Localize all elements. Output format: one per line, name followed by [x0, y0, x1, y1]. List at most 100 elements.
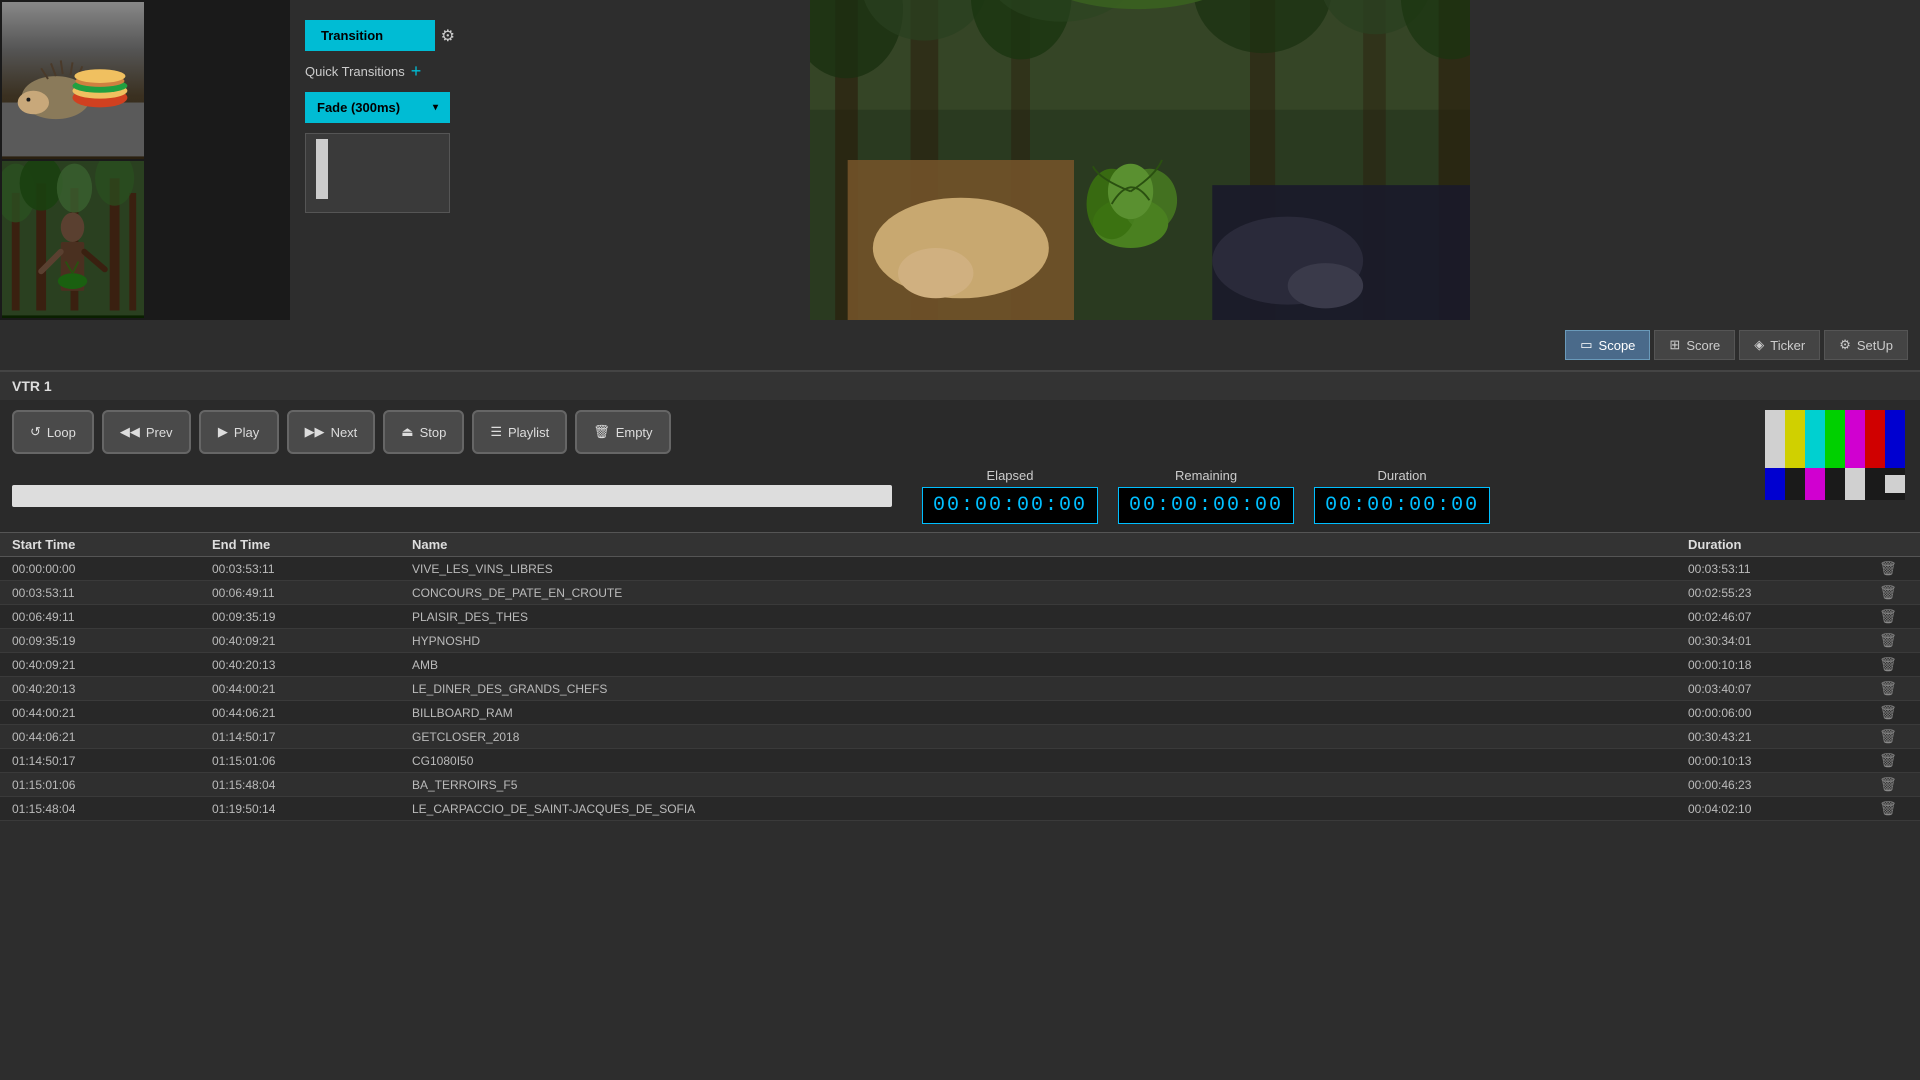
next-icon: ▶▶: [305, 424, 325, 440]
row-name: PLAISIR_DES_THES: [412, 610, 1688, 624]
row-duration: 00:30:34:01: [1688, 634, 1868, 648]
table-row[interactable]: 00:44:00:21 00:44:06:21 BILLBOARD_RAM 00…: [0, 701, 1920, 725]
delete-button[interactable]: 🗑: [1868, 656, 1908, 673]
delete-button[interactable]: 🗑: [1868, 584, 1908, 601]
row-duration: 00:02:55:23: [1688, 586, 1868, 600]
remaining-value: 00:00:00:00: [1118, 487, 1294, 524]
ticker-label: Ticker: [1770, 338, 1805, 353]
row-end: 01:14:50:17: [212, 730, 412, 744]
top-area: Transition ⚙ Quick Transitions + Fade (3…: [0, 0, 1920, 320]
row-end: 01:15:01:06: [212, 754, 412, 768]
delete-button[interactable]: 🗑: [1868, 728, 1908, 745]
row-start: 00:40:09:21: [12, 658, 212, 672]
delete-button[interactable]: 🗑: [1868, 800, 1908, 817]
scope-button[interactable]: ▭ Scope: [1565, 330, 1650, 360]
row-name: GETCLOSER_2018: [412, 730, 1688, 744]
table-row[interactable]: 00:00:00:00 00:03:53:11 VIVE_LES_VINS_LI…: [0, 557, 1920, 581]
setup-icon: ⚙: [1839, 337, 1851, 353]
play-icon: ▶: [218, 424, 228, 440]
preview-thumb-4: [146, 161, 288, 318]
delete-button[interactable]: 🗑: [1868, 632, 1908, 649]
gear-icon[interactable]: ⚙: [441, 26, 455, 46]
play-label: Play: [234, 425, 259, 440]
row-name: BILLBOARD_RAM: [412, 706, 1688, 720]
row-name: LE_DINER_DES_GRANDS_CHEFS: [412, 682, 1688, 696]
table-row[interactable]: 00:03:53:11 00:06:49:11 CONCOURS_DE_PATE…: [0, 581, 1920, 605]
delete-button[interactable]: 🗑: [1868, 608, 1908, 625]
play-button[interactable]: ▶ Play: [199, 410, 279, 454]
empty-label: Empty: [616, 425, 653, 440]
prev-icon: ◀◀: [120, 424, 140, 440]
dropdown-icon: ▾: [433, 102, 438, 113]
loop-button[interactable]: ↺ Loop: [12, 410, 94, 454]
prev-button[interactable]: ◀◀ Prev: [102, 410, 191, 454]
next-button[interactable]: ▶▶ Next: [287, 410, 376, 454]
row-name: CG1080I50: [412, 754, 1688, 768]
transition-slider[interactable]: [305, 133, 450, 213]
col-duration: Duration: [1688, 537, 1868, 552]
elapsed-value: 00:00:00:00: [922, 487, 1098, 524]
stop-label: Stop: [420, 425, 447, 440]
row-duration: 00:03:40:07: [1688, 682, 1868, 696]
scope-label: Scope: [1599, 338, 1636, 353]
delete-button[interactable]: 🗑: [1868, 704, 1908, 721]
row-start: 00:00:00:00: [12, 562, 212, 576]
row-end: 00:44:00:21: [212, 682, 412, 696]
preview-thumb-2: [146, 2, 288, 159]
row-name: HYPNOSHD: [412, 634, 1688, 648]
playlist-label: Playlist: [508, 425, 549, 440]
delete-button[interactable]: 🗑: [1868, 560, 1908, 577]
middle-spacer: [470, 0, 810, 320]
row-duration: 00:00:06:00: [1688, 706, 1868, 720]
transition-button[interactable]: Transition: [305, 20, 435, 51]
test-pattern: [1765, 410, 1905, 500]
row-end: 01:15:48:04: [212, 778, 412, 792]
playlist-rows: 00:00:00:00 00:03:53:11 VIVE_LES_VINS_LI…: [0, 557, 1920, 821]
slider-thumb: [316, 139, 328, 199]
playlist-button[interactable]: ☰ Playlist: [472, 410, 567, 454]
row-duration: 00:00:10:13: [1688, 754, 1868, 768]
row-duration: 00:02:46:07: [1688, 610, 1868, 624]
table-row[interactable]: 00:09:35:19 00:40:09:21 HYPNOSHD 00:30:3…: [0, 629, 1920, 653]
progress-bar[interactable]: [12, 485, 892, 507]
ticker-button[interactable]: ◈ Ticker: [1739, 330, 1820, 360]
empty-button[interactable]: 🗑 Empty: [575, 410, 670, 454]
table-row[interactable]: 01:15:48:04 01:19:50:14 LE_CARPACCIO_DE_…: [0, 797, 1920, 821]
playlist-icon: ☰: [490, 424, 502, 440]
table-row[interactable]: 00:40:20:13 00:44:00:21 LE_DINER_DES_GRA…: [0, 677, 1920, 701]
delete-button[interactable]: 🗑: [1868, 776, 1908, 793]
playlist-table: Start Time End Time Name Duration 00:00:…: [0, 532, 1920, 821]
add-quick-transition-button[interactable]: +: [411, 61, 422, 82]
row-start: 00:06:49:11: [12, 610, 212, 624]
row-name: VIVE_LES_VINS_LIBRES: [412, 562, 1688, 576]
setup-button[interactable]: ⚙ SetUp: [1824, 330, 1908, 360]
table-row[interactable]: 01:15:01:06 01:15:48:04 BA_TERROIRS_F5 0…: [0, 773, 1920, 797]
scope-icon: ▭: [1580, 337, 1592, 353]
quick-transitions-label: Quick Transitions: [305, 64, 405, 79]
row-name: CONCOURS_DE_PATE_EN_CROUTE: [412, 586, 1688, 600]
setup-label: SetUp: [1857, 338, 1893, 353]
row-end: 00:03:53:11: [212, 562, 412, 576]
row-duration: 00:00:46:23: [1688, 778, 1868, 792]
row-duration: 00:03:53:11: [1688, 562, 1868, 576]
table-row[interactable]: 00:40:09:21 00:40:20:13 AMB 00:00:10:18 …: [0, 653, 1920, 677]
delete-button[interactable]: 🗑: [1868, 680, 1908, 697]
preview-grid: [0, 0, 290, 320]
time-displays: Elapsed 00:00:00:00 Remaining 00:00:00:0…: [922, 468, 1490, 524]
fade-button[interactable]: Fade (300ms) ▾: [305, 92, 450, 123]
row-end: 00:09:35:19: [212, 610, 412, 624]
prev-label: Prev: [146, 425, 173, 440]
table-row[interactable]: 00:06:49:11 00:09:35:19 PLAISIR_DES_THES…: [0, 605, 1920, 629]
delete-button[interactable]: 🗑: [1868, 752, 1908, 769]
table-row[interactable]: 01:14:50:17 01:15:01:06 CG1080I50 00:00:…: [0, 749, 1920, 773]
remaining-label: Remaining: [1175, 468, 1237, 483]
score-button[interactable]: ⊞ Score: [1654, 330, 1735, 360]
duration-display: Duration 00:00:00:00: [1314, 468, 1490, 524]
transition-panel: Transition ⚙ Quick Transitions + Fade (3…: [290, 0, 470, 320]
stop-button[interactable]: ⏏ Stop: [383, 410, 464, 454]
table-row[interactable]: 00:44:06:21 01:14:50:17 GETCLOSER_2018 0…: [0, 725, 1920, 749]
row-end: 00:06:49:11: [212, 586, 412, 600]
right-side-top: [1470, 0, 1920, 320]
remaining-display: Remaining 00:00:00:00: [1118, 468, 1294, 524]
vtr-controls: ↺ Loop ◀◀ Prev ▶ Play ▶▶ Next: [0, 400, 1750, 464]
